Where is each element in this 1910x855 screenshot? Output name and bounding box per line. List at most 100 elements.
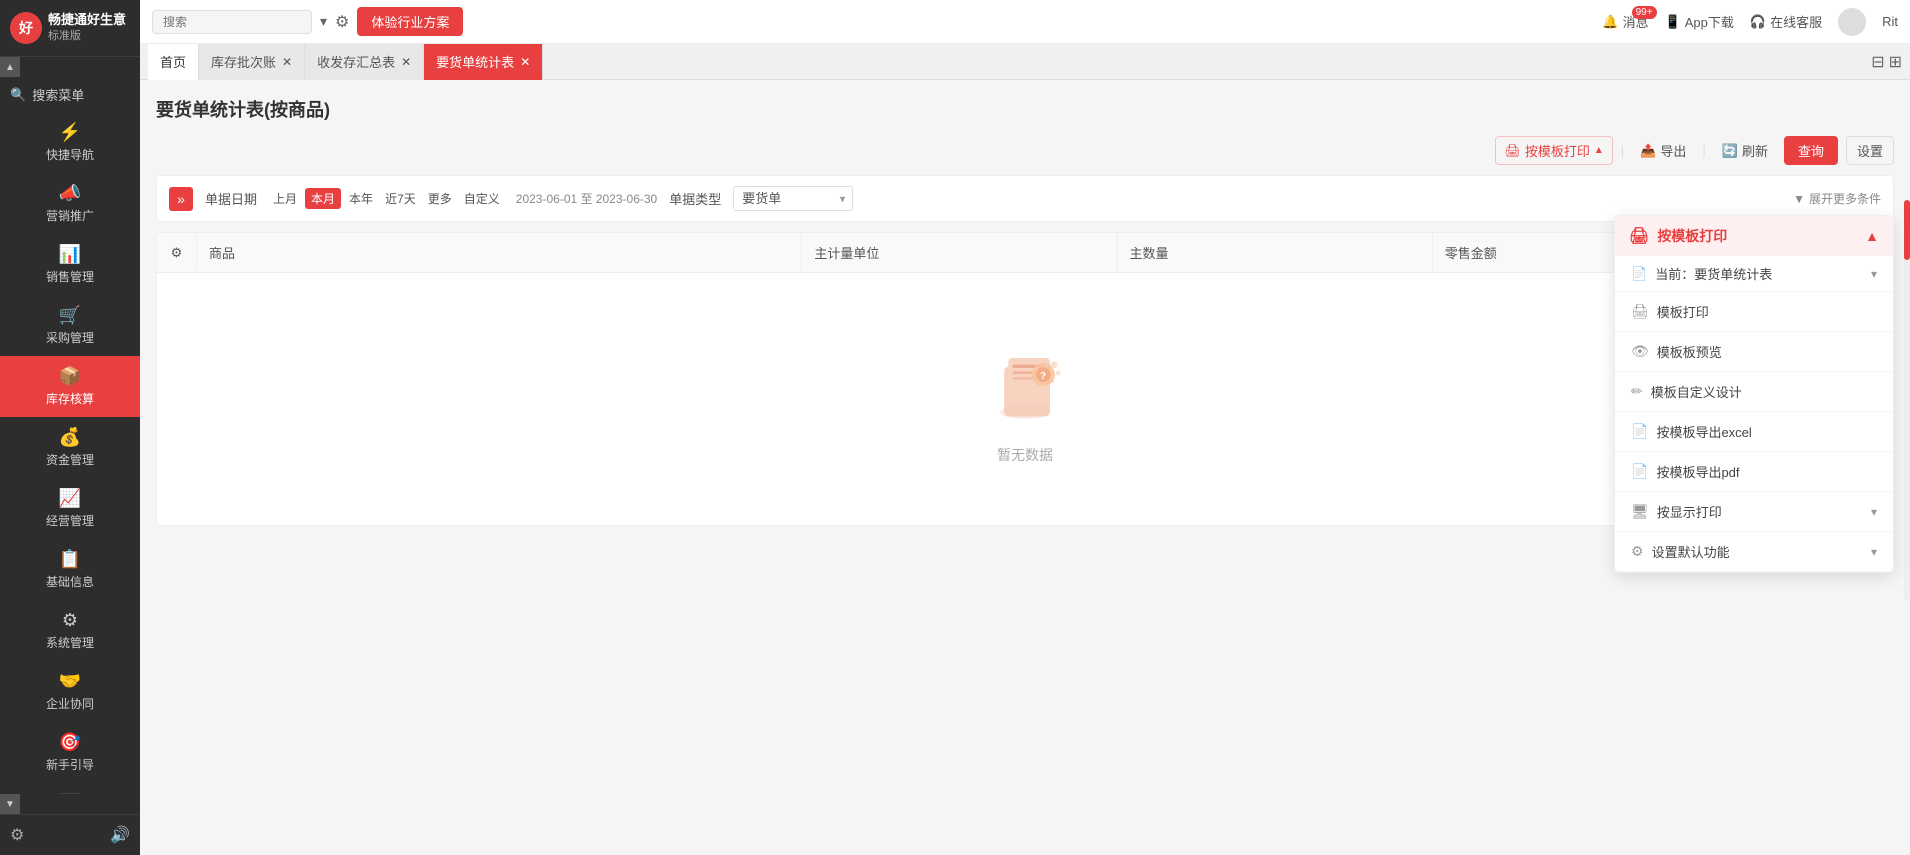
current-arrow: ▾ [1871,267,1877,281]
sidebar-item-system[interactable]: ⚙ 系统管理 [0,600,140,661]
main-area: ▾ ⚙ 体验行业方案 🔔 消息 99+ 📱 App下载 🎧 在线客服 Rit 首… [140,0,1910,855]
export-label: 导出 [1660,141,1686,160]
dropdown-item-export-pdf[interactable]: 📄 按模板导出pdf [1615,452,1893,492]
sidebar-item-operations[interactable]: 📈 经营管理 [0,478,140,539]
refresh-label: 刷新 [1742,141,1768,160]
dropdown-item-template-print[interactable]: 🖨 模板打印 [1615,292,1893,332]
tab-receipts-summary-close[interactable]: ✕ [401,56,411,68]
type-filter-select[interactable]: 要货单 [733,186,853,211]
topbar-gear-button[interactable]: ⚙ [335,12,349,32]
template-custom-label: 模板自定义设计 [1651,382,1742,401]
th-settings[interactable]: ⚙ [157,235,197,271]
current-icon: 📄 [1631,266,1647,282]
dropdown-item-display-print[interactable]: 🖥 按显示打印 ▾ [1615,492,1893,532]
settings-action-btn[interactable]: 设置 [1846,136,1894,165]
page-content: 要货单统计表(按商品) 🖨 按模板打印 ▲ | 📤 导出 | 🔄 刷新 查询 设… [140,80,1910,855]
tab-order-stats[interactable]: 要货单统计表 ✕ [424,44,543,80]
sidebar-item-inventory[interactable]: 📦 库存核算 [0,356,140,417]
date-btn-more[interactable]: 更多 [424,188,456,209]
print-dropdown-close-chevron[interactable]: ▲ [1865,228,1879,244]
tab-batch-accounts-close[interactable]: ✕ [282,56,292,68]
tab-batch-accounts-label: 库存批次账 [211,52,276,71]
tab-receipts-summary[interactable]: 收发存汇总表 ✕ [305,44,424,80]
type-filter-wrap: 要货单 [733,186,853,211]
sales-icon: 📊 [59,244,81,265]
sidebar-search[interactable]: 🔍 搜索菜单 [0,77,140,112]
set-default-label: 设置默认功能 [1652,542,1730,561]
print-dropdown-title: 按模板打印 [1657,226,1727,246]
query-btn[interactable]: 查询 [1784,136,1838,165]
date-btn-this-month[interactable]: 本月 [305,188,341,209]
empty-text: 暂无数据 [997,445,1053,465]
template-print-label: 模板打印 [1657,302,1709,321]
date-btn-custom[interactable]: 自定义 [460,188,504,209]
sidebar-item-quick-nav[interactable]: ⚡ 快捷导航 [0,112,140,173]
template-custom-icon: ✏ [1631,383,1643,400]
headset-icon: 🎧 [1750,14,1766,30]
print-dropdown: 🖨 按模板打印 ▲ 📄 当前：要货单统计表 ▾ 🖨 模板打印 👁 模板板预览 [1614,215,1894,573]
sidebar-item-basics[interactable]: 📋 基础信息 [0,539,140,600]
date-filter-label: 单据日期 [205,189,257,208]
app-download-btn[interactable]: 📱 App下载 [1665,12,1734,31]
filter-expand-icon[interactable]: » [169,187,193,211]
print-btn[interactable]: 🖨 按模板打印 ▲ [1495,136,1612,165]
sidebar-item-finance[interactable]: 💰 资金管理 [0,417,140,478]
tabs-end: ⊟ ⊞ [1871,52,1910,72]
dropdown-item-set-default[interactable]: ⚙ 设置默认功能 ▾ [1615,532,1893,572]
date-btn-last-month[interactable]: 上月 [269,188,301,209]
sidebar-item-label: 企业协同 [46,695,94,712]
user-avatar[interactable] [1838,8,1866,36]
sidebar-item-collab[interactable]: 🤝 企业协同 [0,661,140,722]
sidebar-nav: ⚡ 快捷导航 📣 营销推广 📊 销售管理 🛒 采购管理 📦 库存核算 💰 资金管… [0,112,140,794]
export-btn[interactable]: 📤 导出 [1632,137,1694,164]
edition-label: 标准版 [48,29,126,43]
dropdown-item-export-excel[interactable]: 📄 按模板导出excel [1615,412,1893,452]
topbar-right: 🔔 消息 99+ 📱 App下载 🎧 在线客服 Rit [1602,8,1898,36]
sidebar-scroll-up[interactable]: ▲ [0,57,20,77]
print-dropdown-title-area: 🖨 按模板打印 [1629,226,1727,246]
tab-order-stats-close[interactable]: ✕ [520,56,530,68]
current-item-left: 📄 当前：要货单统计表 [1631,264,1772,283]
date-btn-this-year[interactable]: 本年 [345,188,377,209]
print-dropdown-header[interactable]: 🖨 按模板打印 ▲ [1615,216,1893,256]
scrollbar-thumb[interactable] [1904,200,1910,260]
tab-home[interactable]: 首页 [148,44,199,80]
inventory-icon: 📦 [59,366,81,387]
tabs-expand-btn[interactable]: ⊞ [1889,52,1902,72]
download-icon: 📱 [1665,14,1681,30]
online-service-btn[interactable]: 🎧 在线客服 [1750,12,1822,31]
dropdown-item-template-preview[interactable]: 👁 模板板预览 [1615,332,1893,372]
set-default-icon: ⚙ [1631,543,1644,560]
trial-btn[interactable]: 体验行业方案 [357,7,463,36]
marketing-icon: 📣 [59,183,81,204]
refresh-btn[interactable]: 🔄 刷新 [1714,137,1776,164]
sidebar-item-sales[interactable]: 📊 销售管理 [0,234,140,295]
sidebar-item-guide[interactable]: 🎯 新手引导 [0,722,140,783]
system-icon: ⚙ [62,610,78,631]
sidebar-scroll-down[interactable]: ▼ [0,794,20,814]
tab-batch-accounts[interactable]: 库存批次账 ✕ [199,44,305,80]
sidebar-item-apps[interactable]: 🔲 应用中心 [0,783,140,794]
export-excel-icon: 📄 [1631,423,1648,440]
expand-conditions-btn[interactable]: ▼ 展开更多条件 [1793,190,1881,207]
dropdown-item-template-custom[interactable]: ✏ 模板自定义设计 [1615,372,1893,412]
collab-icon: 🤝 [59,671,81,692]
quick-nav-icon: ⚡ [59,122,81,143]
tab-order-stats-label: 要货单统计表 [436,52,514,71]
sidebar-item-purchase[interactable]: 🛒 采购管理 [0,295,140,356]
sidebar-item-label: 新手引导 [46,756,94,773]
sidebar-item-marketing[interactable]: 📣 营销推广 [0,173,140,234]
topbar: ▾ ⚙ 体验行业方案 🔔 消息 99+ 📱 App下载 🎧 在线客服 Rit [140,0,1910,44]
date-btn-7days[interactable]: 近7天 [381,188,420,209]
settings-bottom-icon[interactable]: ⚙ [10,825,24,845]
current-val: 当前：要货单统计表 [1655,264,1772,283]
volume-icon[interactable]: 🔊 [110,825,130,845]
topbar-search-input[interactable] [152,10,312,34]
right-scrollbar[interactable] [1904,200,1910,600]
print-dropdown-current[interactable]: 📄 当前：要货单统计表 ▾ [1615,256,1893,292]
tab-receipts-summary-label: 收发存汇总表 [317,52,395,71]
notification-btn[interactable]: 🔔 消息 99+ [1602,12,1648,31]
notification-badge: 99+ [1632,6,1657,19]
topbar-search-dropdown[interactable]: ▾ [320,13,327,30]
tabs-minimize-btn[interactable]: ⊟ [1871,52,1884,72]
